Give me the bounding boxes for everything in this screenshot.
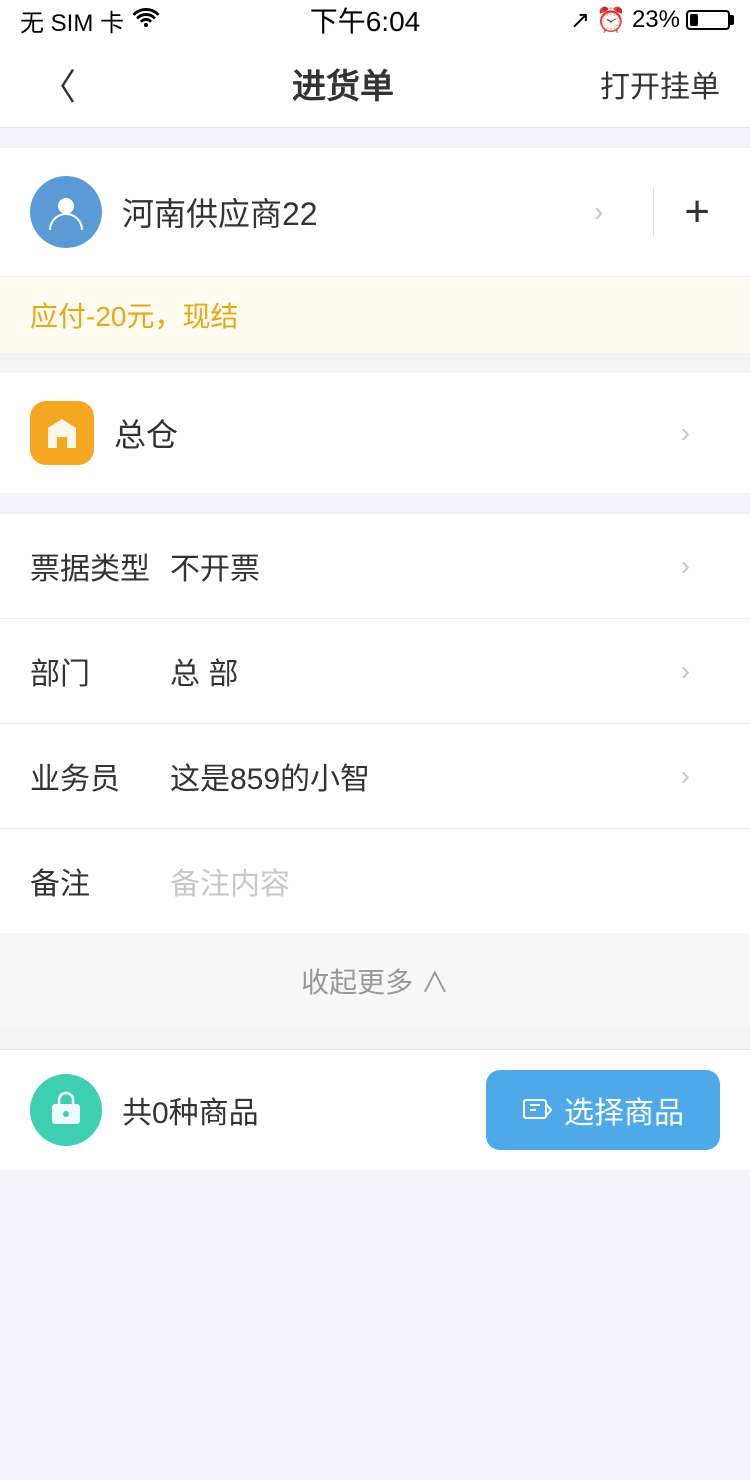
notice-text: 应付-20元，现结 xyxy=(30,301,238,332)
section-gap-1 xyxy=(0,128,750,148)
supplier-row[interactable]: 河南供应商22 › + xyxy=(0,148,750,277)
department-value: 总 部 xyxy=(160,649,681,693)
add-supplier-button[interactable]: + xyxy=(674,190,720,234)
invoice-type-label: 票据类型 xyxy=(30,544,160,588)
salesman-label: 业务员 xyxy=(30,754,160,798)
chevron-right-icon: › xyxy=(594,196,603,228)
warehouse-row[interactable]: 总仓 › xyxy=(0,373,750,493)
supplier-card: 河南供应商22 › + 应付-20元，现结 xyxy=(0,148,750,353)
salesman-value: 这是859的小智 xyxy=(160,754,681,798)
nav-bar: 〈 进货单 打开挂单 xyxy=(0,40,750,128)
bottom-background xyxy=(0,1170,750,1480)
remark-input[interactable]: 备注内容 xyxy=(160,859,720,903)
battery-icon xyxy=(686,10,730,30)
notice-banner: 应付-20元，现结 xyxy=(0,277,750,353)
battery-label: 23% xyxy=(632,6,680,34)
department-chevron-icon: › xyxy=(681,655,690,687)
invoice-type-row[interactable]: 票据类型 不开票 › xyxy=(0,513,750,618)
remark-label: 备注 xyxy=(30,859,160,903)
remark-row[interactable]: 备注 备注内容 xyxy=(0,828,750,933)
location-icon: ↗ xyxy=(570,6,590,35)
select-product-label: 选择商品 xyxy=(564,1088,684,1132)
product-count-label: 共0种商品 xyxy=(122,1088,486,1132)
warehouse-icon xyxy=(30,401,94,465)
carrier-label: 无 SIM 卡 xyxy=(20,3,124,38)
collapse-button[interactable]: 收起更多 ∧ xyxy=(0,933,750,1029)
back-button[interactable]: 〈 xyxy=(30,48,86,120)
select-product-button[interactable]: 选择商品 xyxy=(486,1070,720,1150)
supplier-name: 河南供应商22 xyxy=(122,189,594,235)
section-gap-4 xyxy=(0,1029,750,1049)
section-gap-3 xyxy=(0,493,750,513)
product-bar: 共0种商品 选择商品 xyxy=(0,1049,750,1170)
warehouse-card: 总仓 › xyxy=(0,373,750,493)
product-icon xyxy=(30,1074,102,1146)
status-bar: 无 SIM 卡 下午6:04 ↗ ⏰ 23% xyxy=(0,0,750,40)
form-card: 票据类型 不开票 › 部门 总 部 › 业务员 这是859的小智 › 备注 备注… xyxy=(0,513,750,933)
status-time: 下午6:04 xyxy=(310,0,421,40)
invoice-type-value: 不开票 xyxy=(160,544,681,588)
alarm-icon: ⏰ xyxy=(596,6,626,35)
salesman-row[interactable]: 业务员 这是859的小智 › xyxy=(0,723,750,828)
status-left: 无 SIM 卡 xyxy=(20,3,160,38)
warehouse-name: 总仓 xyxy=(114,410,681,456)
wifi-icon xyxy=(132,6,160,34)
status-right: ↗ ⏰ 23% xyxy=(570,6,730,35)
supplier-divider xyxy=(653,187,654,237)
page-title: 进货单 xyxy=(292,59,394,108)
warehouse-chevron-icon: › xyxy=(681,417,690,449)
department-label: 部门 xyxy=(30,649,160,693)
department-row[interactable]: 部门 总 部 › xyxy=(0,618,750,723)
open-pending-button[interactable]: 打开挂单 xyxy=(600,62,720,106)
section-gap-2 xyxy=(0,353,750,373)
salesman-chevron-icon: › xyxy=(681,760,690,792)
supplier-avatar xyxy=(30,176,102,248)
invoice-chevron-icon: › xyxy=(681,550,690,582)
